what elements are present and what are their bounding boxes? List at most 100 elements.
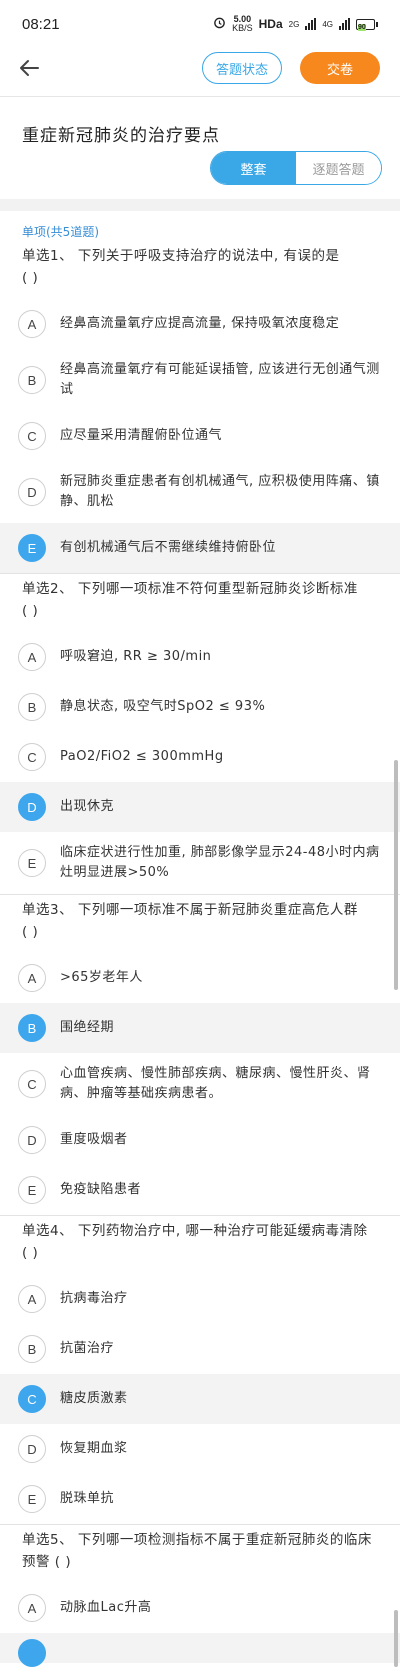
battery-level: 90	[358, 23, 366, 31]
option-key: A	[18, 643, 46, 671]
question-1: 单选1、 下列关于呼吸支持治疗的说法中, 有误的是 ( ) A 经鼻高流量氧疗应提…	[0, 241, 400, 573]
option-key: A	[18, 310, 46, 338]
option-key: B	[18, 1335, 46, 1363]
option-a[interactable]: A 呼吸窘迫, RR ≥ 30/min	[0, 632, 400, 682]
back-arrow-icon[interactable]	[16, 55, 42, 81]
network-4g-label: 4G	[322, 19, 333, 29]
question-3: 单选3、 下列哪一项标准不属于新冠肺炎重症高危人群 ( ) A >65岁老年人 B…	[0, 895, 400, 1215]
option-c[interactable]: C 心血管疾病、慢性肺部疾病、糖尿病、慢性肝炎、肾病、肿瘤等基础疾病患者。	[0, 1053, 400, 1115]
option-a[interactable]: A 动脉血Lac升高	[0, 1583, 400, 1633]
question-blank: ( )	[22, 924, 39, 940]
option-key: B	[18, 693, 46, 721]
status-icons: 5.00 KB/S HDa 2G 4G 90	[213, 15, 378, 33]
question-stem: 单选2、 下列哪一项标准不符何重型新冠肺炎诊断标准 ( )	[0, 574, 400, 632]
option-key: E	[18, 1176, 46, 1204]
option-key: C	[18, 743, 46, 771]
question-text: 单选1、 下列关于呼吸支持治疗的说法中, 有误的是	[22, 248, 340, 264]
question-stem: 单选1、 下列关于呼吸支持治疗的说法中, 有误的是 ( )	[0, 241, 400, 299]
option-text: 抗病毒治疗	[60, 1291, 128, 1306]
option-c[interactable]: C 应尽量采用清醒俯卧位通气	[0, 411, 400, 461]
signal-icon	[305, 18, 317, 30]
option-d[interactable]: D 恢复期血浆	[0, 1424, 400, 1474]
question-text: 单选4、 下列药物治疗中, 哪一种治疗可能延缓病毒清除	[22, 1223, 368, 1239]
question-blank: ( )	[22, 270, 39, 286]
option-text: 糖皮质激素	[60, 1391, 128, 1406]
question-4: 单选4、 下列药物治疗中, 哪一种治疗可能延缓病毒清除 ( ) A 抗病毒治疗 B…	[0, 1216, 400, 1524]
signal-icon-2	[339, 18, 350, 30]
option-a[interactable]: A >65岁老年人	[0, 953, 400, 1003]
option-b-selected[interactable]: B 围绝经期	[0, 1003, 400, 1053]
option-key: B	[18, 366, 46, 394]
option-text: 出现休克	[60, 799, 115, 814]
option-key: A	[18, 1594, 46, 1622]
option-e[interactable]: E 免疫缺陷患者	[0, 1165, 400, 1215]
option-text: 静息状态, 吸空气时SpO2 ≤ 93%	[60, 699, 266, 714]
scrollbar-thumb-lower[interactable]	[394, 1610, 398, 1667]
question-blank: ( )	[54, 1554, 72, 1570]
option-d-selected[interactable]: D 出现休克	[0, 782, 400, 832]
option-c-selected[interactable]: C 糖皮质激素	[0, 1374, 400, 1424]
option-e[interactable]: E 脱珠单抗	[0, 1474, 400, 1524]
option-text: 经鼻高流量氧疗有可能延误插管, 应该进行无创通气测试	[60, 362, 380, 397]
option-text: PaO2/FiO2 ≤ 300mmHg	[60, 749, 224, 764]
network-2g-label: 2G	[288, 19, 300, 29]
option-key: C	[18, 1070, 46, 1098]
option-key: E	[18, 849, 46, 877]
section-gap	[0, 199, 400, 211]
option-key: D	[18, 1435, 46, 1463]
option-text: 临床症状进行性加重, 肺部影像学显示24-48小时内病灶明显进展>50%	[60, 845, 380, 880]
question-text: 单选2、 下列哪一项标准不符何重型新冠肺炎诊断标准	[22, 581, 358, 597]
option-d[interactable]: D 新冠肺炎重症患者有创机械通气, 应积极使用阵痛、镇静、肌松	[0, 461, 400, 523]
option-b[interactable]: B 抗菌治疗	[0, 1324, 400, 1374]
option-a[interactable]: A 经鼻高流量氧疗应提高流量, 保持吸氧浓度稳定	[0, 299, 400, 349]
option-text: 有创机械通气后不需继续维持俯卧位	[60, 540, 277, 555]
question-stem: 单选3、 下列哪一项标准不属于新冠肺炎重症高危人群 ( )	[0, 895, 400, 953]
option-b-partial[interactable]	[0, 1633, 400, 1667]
question-stem: 单选5、 下列哪一项检测指标不属于重症新冠肺炎的临床预警 ( )	[0, 1525, 400, 1583]
option-key: C	[18, 422, 46, 450]
answer-status-button[interactable]: 答题状态	[202, 52, 282, 84]
nav-actions: 答题状态 交卷	[202, 48, 380, 88]
option-text: 脱珠单抗	[60, 1491, 115, 1506]
option-text: 经鼻高流量氧疗应提高流量, 保持吸氧浓度稳定	[60, 316, 340, 331]
option-text: 抗菌治疗	[60, 1341, 115, 1356]
question-2: 单选2、 下列哪一项标准不符何重型新冠肺炎诊断标准 ( ) A 呼吸窘迫, RR …	[0, 574, 400, 894]
question-5: 单选5、 下列哪一项检测指标不属于重症新冠肺炎的临床预警 ( ) A 动脉血Lac…	[0, 1525, 400, 1667]
page-title: 重症新冠肺炎的治疗要点	[22, 126, 220, 146]
option-key: D	[18, 478, 46, 506]
option-e-selected[interactable]: E 有创机械通气后不需继续维持俯卧位	[0, 523, 400, 573]
option-b[interactable]: B 经鼻高流量氧疗有可能延误插管, 应该进行无创通气测试	[0, 349, 400, 411]
option-key: B	[18, 1014, 46, 1042]
option-text: >65岁老年人	[60, 970, 143, 985]
option-key: D	[18, 793, 46, 821]
option-key: E	[18, 534, 46, 562]
option-text: 呼吸窘迫, RR ≥ 30/min	[60, 649, 212, 664]
question-stem: 单选4、 下列药物治疗中, 哪一种治疗可能延缓病毒清除 ( )	[0, 1216, 400, 1274]
status-time: 08:21	[22, 15, 60, 33]
scrollbar-thumb[interactable]	[394, 760, 398, 990]
mode-toggle: 整套 逐题答题	[210, 151, 382, 185]
option-b[interactable]: B 静息状态, 吸空气时SpO2 ≤ 93%	[0, 682, 400, 732]
question-text: 单选5、 下列哪一项检测指标不属于重症新冠肺炎的临床预警	[22, 1532, 372, 1570]
option-text: 心血管疾病、慢性肺部疾病、糖尿病、慢性肝炎、肾病、肿瘤等基础疾病患者。	[60, 1066, 371, 1101]
option-a[interactable]: A 抗病毒治疗	[0, 1274, 400, 1324]
option-text: 动脉血Lac升高	[60, 1600, 152, 1615]
option-e[interactable]: E 临床症状进行性加重, 肺部影像学显示24-48小时内病灶明显进展>50%	[0, 832, 400, 894]
question-text: 单选3、 下列哪一项标准不属于新冠肺炎重症高危人群	[22, 902, 358, 918]
section-label: 单项(共5道题)	[22, 225, 99, 239]
option-key: C	[18, 1385, 46, 1413]
option-key: A	[18, 964, 46, 992]
option-text: 应尽量采用清醒俯卧位通气	[60, 428, 223, 443]
option-key-partial	[18, 1639, 46, 1667]
submit-exam-button[interactable]: 交卷	[300, 52, 380, 84]
option-c[interactable]: C PaO2/FiO2 ≤ 300mmHg	[0, 732, 400, 782]
top-nav: 答题状态 交卷	[0, 48, 400, 88]
mode-single-tab[interactable]: 逐题答题	[296, 152, 381, 184]
question-blank: ( )	[22, 603, 39, 619]
option-key: A	[18, 1285, 46, 1313]
question-blank: ( )	[22, 1245, 39, 1261]
option-text: 新冠肺炎重症患者有创机械通气, 应积极使用阵痛、镇静、肌松	[60, 474, 380, 509]
option-d[interactable]: D 重度吸烟者	[0, 1115, 400, 1165]
option-key: D	[18, 1126, 46, 1154]
mode-whole-tab[interactable]: 整套	[211, 152, 296, 184]
